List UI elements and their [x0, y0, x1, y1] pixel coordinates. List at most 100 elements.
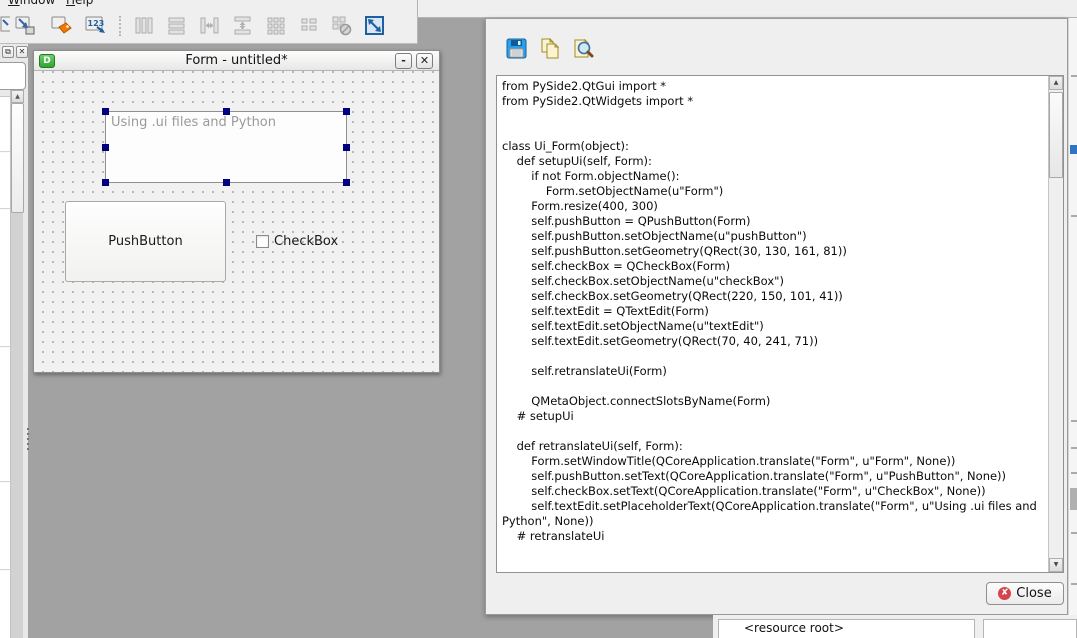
copy-button[interactable] [538, 37, 562, 61]
scrollbar-sliver [1070, 488, 1077, 510]
arrow-up-icon: ▲ [1054, 79, 1059, 86]
arrow-down-icon: ▼ [1054, 561, 1059, 568]
layout-splitter-horizontal-button[interactable] [198, 14, 221, 37]
scroll-up-button[interactable]: ▲ [11, 90, 24, 103]
widget-box-panel: ⧉ ✕ ▲ [0, 44, 28, 638]
form-editor-window: D Form - untitled* - ✕ Using .ui files a… [33, 50, 440, 373]
edit-tab-order-button[interactable]: 123 [84, 14, 107, 37]
layout-grid-icon [264, 26, 287, 41]
resource-preview-box[interactable] [983, 619, 1077, 638]
tree-branch-mark [1071, 583, 1077, 585]
widget-box-list[interactable] [0, 96, 10, 638]
scrollbar-thumb[interactable] [11, 103, 24, 213]
edit-signals-slots-button[interactable] [14, 14, 37, 37]
top-window-band [418, 0, 1077, 18]
close-button-label: Close [1016, 586, 1051, 601]
desktop: Window Help 123 [0, 0, 1077, 638]
edit-widgets-icon [0, 26, 10, 41]
designer-main-window-top: Window Help 123 [0, 0, 418, 44]
right-edge-panel [1068, 18, 1077, 615]
adjust-size-icon [363, 26, 386, 41]
code-vertical-scrollbar[interactable]: ▲ ▼ [1048, 76, 1063, 572]
widget-box-close-button[interactable]: ✕ [16, 46, 28, 58]
code-preview-dialog: from PySide2.QtGui import * from PySide2… [485, 18, 1068, 615]
python-code-text[interactable]: from PySide2.QtGui import * from PySide2… [497, 76, 1048, 572]
widget-box-list-separator [0, 151, 10, 152]
resource-browser-panel: <resource root> [713, 615, 1077, 638]
checkbox-widget[interactable]: CheckBox [256, 221, 357, 262]
break-layout-icon [330, 26, 353, 41]
break-layout-button[interactable] [330, 14, 353, 37]
svg-text:123: 123 [88, 19, 105, 28]
selection-handle-bottom-right[interactable] [343, 179, 350, 186]
close-button[interactable]: ✘ Close [986, 582, 1064, 605]
form-close-button[interactable]: ✕ [416, 53, 433, 69]
layout-splitter-vertical-icon [231, 26, 254, 41]
tree-branch-mark [1071, 75, 1077, 77]
copy-icon [538, 50, 562, 65]
layout-grid-button[interactable] [264, 14, 287, 37]
menu-window[interactable]: Window [8, 0, 55, 7]
save-icon [505, 50, 529, 65]
textedit-placeholder-text: Using .ui files and Python [111, 115, 276, 130]
widget-box-list-separator [0, 346, 10, 347]
layout-vertical-button[interactable] [165, 14, 188, 37]
edit-signals-slots-icon [14, 26, 37, 41]
arrow-up-icon: ▲ [15, 93, 20, 100]
find-button[interactable] [571, 37, 595, 61]
panel-splitter-handle[interactable] [26, 425, 30, 451]
designer-form-icon: D [39, 54, 55, 68]
edit-tab-order-icon: 123 [84, 26, 107, 41]
edit-widgets-button[interactable] [0, 14, 10, 37]
widget-box-search-input[interactable] [0, 62, 26, 90]
menubar: Window Help [0, 0, 418, 7]
find-in-text-icon [571, 50, 595, 65]
selection-handle-top-left[interactable] [102, 108, 109, 115]
selected-row-sliver [1070, 145, 1077, 154]
tree-branch-mark [1071, 420, 1077, 422]
layout-form-button[interactable] [297, 14, 320, 37]
pushbutton-label: PushButton [108, 234, 182, 249]
checkbox-indicator[interactable] [256, 235, 269, 248]
resource-root-item[interactable]: <resource root> [718, 619, 975, 638]
layout-splitter-vertical-button[interactable] [231, 14, 254, 37]
generated-code-view[interactable]: from PySide2.QtGui import * from PySide2… [496, 75, 1064, 573]
widget-box-list-separator [0, 481, 10, 482]
menu-help[interactable]: Help [66, 0, 93, 7]
edit-buddies-button[interactable] [50, 14, 73, 37]
tree-branch-mark [1071, 472, 1077, 474]
scrollbar-thumb[interactable] [1049, 92, 1063, 178]
scroll-up-button[interactable]: ▲ [1049, 76, 1063, 90]
tree-branch-mark [1071, 215, 1077, 217]
save-button[interactable] [505, 37, 529, 61]
layout-splitter-horizontal-icon [198, 26, 221, 41]
layout-horizontal-icon [132, 26, 155, 41]
selection-handle-bottom-middle[interactable] [223, 179, 230, 186]
form-minimize-button[interactable]: - [395, 53, 412, 69]
widget-box-float-button[interactable]: ⧉ [2, 46, 14, 58]
selection-handle-bottom-left[interactable] [102, 179, 109, 186]
selection-handle-mid-right[interactable] [343, 144, 350, 151]
widget-box-list-separator [0, 208, 10, 209]
selection-handle-top-middle[interactable] [223, 108, 230, 115]
layout-horizontal-button[interactable] [132, 14, 155, 37]
form-window-title: Form - untitled* [185, 53, 287, 68]
selection-handle-top-right[interactable] [343, 108, 350, 115]
close-icon: ✕ [19, 47, 26, 56]
pushbutton-widget[interactable]: PushButton [65, 201, 226, 282]
tree-branch-mark [1071, 447, 1077, 449]
widget-box-scrollbar[interactable]: ▲ [10, 90, 23, 638]
scroll-down-button[interactable]: ▼ [1049, 558, 1063, 572]
float-icon: ⧉ [5, 47, 11, 56]
adjust-size-button[interactable] [363, 14, 386, 37]
form-canvas-grid[interactable]: Using .ui files and Python PushButton Ch… [34, 71, 439, 372]
checkbox-label: CheckBox [274, 234, 338, 249]
textedit-widget[interactable]: Using .ui files and Python [105, 111, 347, 183]
selection-handle-mid-left[interactable] [102, 144, 109, 151]
layout-form-icon [297, 26, 320, 41]
layout-vertical-icon [165, 26, 188, 41]
tree-branch-mark [1071, 532, 1077, 534]
toolbar-separator [119, 16, 121, 36]
widget-box-list-separator [0, 569, 10, 570]
form-window-titlebar[interactable]: D Form - untitled* - ✕ [34, 51, 439, 71]
